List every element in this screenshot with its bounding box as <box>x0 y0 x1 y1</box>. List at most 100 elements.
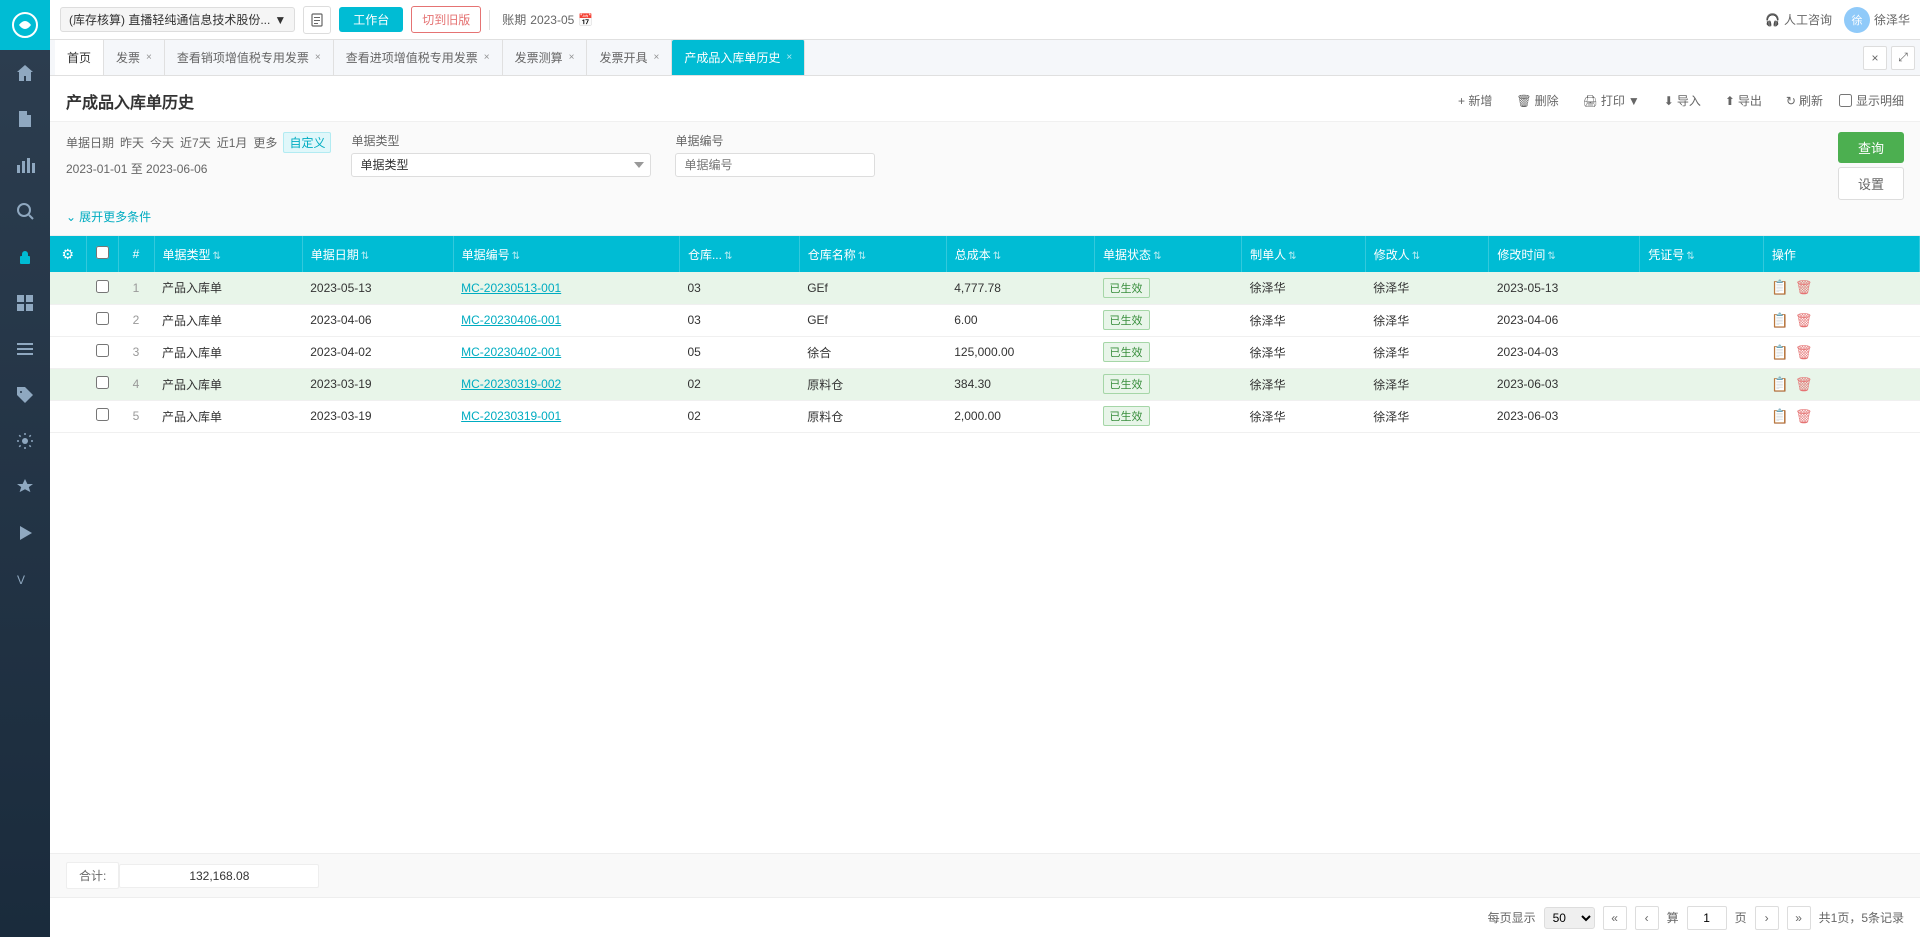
col-modifier[interactable]: 修改人⇅ <box>1365 236 1489 272</box>
row-checkbox-cell[interactable] <box>86 400 118 432</box>
tab-product-in-close[interactable]: × <box>786 52 792 63</box>
row-checkbox[interactable] <box>96 312 109 325</box>
reset-button[interactable]: 设置 <box>1838 167 1904 200</box>
col-total-cost[interactable]: 总成本⇅ <box>946 236 1094 272</box>
col-number[interactable]: 单据编号⇅ <box>453 236 679 272</box>
tab-sales-vat-close[interactable]: × <box>315 52 321 63</box>
row-delete-icon[interactable]: 🗑 <box>1795 408 1813 425</box>
col-voucher[interactable]: 凭证号⇅ <box>1640 236 1764 272</box>
tab-invoice-open-close[interactable]: × <box>653 52 659 63</box>
col-warehouse-name[interactable]: 仓库名称⇅ <box>799 236 946 272</box>
sidebar-item-document[interactable] <box>0 96 50 142</box>
next-page-btn[interactable]: › <box>1755 906 1779 930</box>
row-edit-icon[interactable]: 📋 <box>1771 376 1788 393</box>
col-status[interactable]: 单据状态⇅ <box>1095 236 1242 272</box>
app-logo[interactable] <box>0 0 50 50</box>
select-all-checkbox[interactable] <box>96 246 109 259</box>
sidebar-item-settings[interactable] <box>0 418 50 464</box>
row-checkbox[interactable] <box>96 344 109 357</box>
row-number-cell[interactable]: MC-20230513-001 <box>453 272 679 304</box>
row-delete-icon[interactable]: 🗑 <box>1795 376 1813 393</box>
user-service-btn[interactable]: 🎧 人工咨询 <box>1765 11 1832 28</box>
row-number-cell[interactable]: MC-20230406-001 <box>453 304 679 336</box>
print-button[interactable]: 🖨 打印 ▼ <box>1575 88 1648 113</box>
row-delete-icon[interactable]: 🗑 <box>1795 279 1813 296</box>
last-page-btn[interactable]: » <box>1787 906 1811 930</box>
doc-icon-btn[interactable] <box>303 6 331 34</box>
tab-sales-vat[interactable]: 查看销项增值税专用发票 × <box>165 40 334 76</box>
settings-icon[interactable]: ⚙ <box>61 246 74 262</box>
tab-close-all-btn[interactable]: × <box>1863 46 1887 70</box>
prev-page-btn[interactable]: ‹ <box>1635 906 1659 930</box>
date-shortcut-yesterday[interactable]: 昨天 <box>120 134 144 151</box>
per-page-select[interactable]: 10 20 50 100 <box>1544 907 1595 929</box>
calendar-icon[interactable]: 📅 <box>578 13 593 27</box>
row-checkbox-cell[interactable] <box>86 304 118 336</box>
row-edit-icon[interactable]: 📋 <box>1771 344 1788 361</box>
refresh-button[interactable]: ↻ 刷新 <box>1778 88 1831 113</box>
col-checkbox[interactable] <box>86 236 118 272</box>
search-button[interactable]: 查询 <box>1838 132 1904 163</box>
row-edit-icon[interactable]: 📋 <box>1771 312 1788 329</box>
add-button[interactable]: + 新增 <box>1450 88 1500 113</box>
tab-purchase-vat-close[interactable]: × <box>484 52 490 63</box>
row-number-cell[interactable]: MC-20230319-002 <box>453 368 679 400</box>
col-modify-time[interactable]: 修改时间⇅ <box>1489 236 1640 272</box>
tab-invoice-calc[interactable]: 发票测算 × <box>503 40 588 76</box>
col-settings[interactable]: ⚙ <box>50 236 86 272</box>
company-selector[interactable]: (库存核算) 直播轻纯通信息技术股份... ▼ <box>60 7 295 32</box>
sidebar-item-version[interactable]: V <box>0 556 50 602</box>
show-detail-checkbox[interactable] <box>1839 94 1852 107</box>
filter-type-select[interactable]: 单据类型 产品入库单 <box>351 153 651 177</box>
row-checkbox[interactable] <box>96 376 109 389</box>
row-checkbox-cell[interactable] <box>86 272 118 304</box>
filter-number-input[interactable] <box>675 153 875 177</box>
row-checkbox-cell[interactable] <box>86 368 118 400</box>
date-shortcut-7days[interactable]: 近7天 <box>180 134 211 151</box>
sidebar-item-grid[interactable] <box>0 280 50 326</box>
workbench-button[interactable]: 工作台 <box>339 7 403 32</box>
tab-purchase-vat[interactable]: 查看进项增值税专用发票 × <box>334 40 503 76</box>
row-number-cell[interactable]: MC-20230402-001 <box>453 336 679 368</box>
tab-invoice[interactable]: 发票 × <box>104 40 165 76</box>
page-input[interactable] <box>1687 906 1727 930</box>
first-page-btn[interactable]: « <box>1603 906 1627 930</box>
row-checkbox-cell[interactable] <box>86 336 118 368</box>
col-warehouse-code[interactable]: 仓库...⇅ <box>679 236 799 272</box>
tab-home[interactable]: 首页 <box>55 40 104 76</box>
date-shortcut-today[interactable]: 今天 <box>150 134 174 151</box>
sidebar-item-star[interactable] <box>0 464 50 510</box>
row-checkbox[interactable] <box>96 408 109 421</box>
user-menu[interactable]: 徐 徐泽华 <box>1844 7 1910 33</box>
date-shortcut-more[interactable]: 更多 <box>253 134 277 151</box>
switch-version-button[interactable]: 切到旧版 <box>411 6 481 33</box>
col-date[interactable]: 单据日期⇅ <box>302 236 453 272</box>
row-number-cell[interactable]: MC-20230319-001 <box>453 400 679 432</box>
date-shortcut-1month[interactable]: 近1月 <box>217 134 248 151</box>
sidebar-item-lock[interactable] <box>0 234 50 280</box>
row-edit-icon[interactable]: 📋 <box>1771 279 1788 296</box>
row-checkbox[interactable] <box>96 280 109 293</box>
delete-button[interactable]: 🗑 删除 <box>1508 88 1566 113</box>
export-button[interactable]: ⬆ 导出 <box>1717 88 1770 113</box>
col-type[interactable]: 单据类型⇅ <box>154 236 302 272</box>
tab-product-in[interactable]: 产成品入库单历史 × <box>672 40 805 76</box>
row-delete-icon[interactable]: 🗑 <box>1795 312 1813 329</box>
show-detail-toggle[interactable]: 显示明细 <box>1839 92 1904 109</box>
tab-invoice-open[interactable]: 发票开具 × <box>587 40 672 76</box>
col-creator[interactable]: 制单人⇅ <box>1242 236 1366 272</box>
tab-invoice-calc-close[interactable]: × <box>569 52 575 63</box>
expand-filter-btn[interactable]: ⌄ 展开更多条件 <box>66 208 1904 225</box>
sidebar-item-search[interactable] <box>0 188 50 234</box>
sidebar-item-home[interactable] <box>0 50 50 96</box>
date-shortcut-custom[interactable]: 自定义 <box>283 132 331 153</box>
tab-expand-btn[interactable]: ⤢ <box>1891 46 1915 70</box>
sidebar-item-play[interactable] <box>0 510 50 556</box>
sidebar-item-chart[interactable] <box>0 142 50 188</box>
tab-invoice-close[interactable]: × <box>146 52 152 63</box>
sidebar-item-tag[interactable] <box>0 372 50 418</box>
row-edit-icon[interactable]: 📋 <box>1771 408 1788 425</box>
sidebar-item-list[interactable] <box>0 326 50 372</box>
import-button[interactable]: ⬇ 导入 <box>1656 88 1709 113</box>
row-delete-icon[interactable]: 🗑 <box>1795 344 1813 361</box>
